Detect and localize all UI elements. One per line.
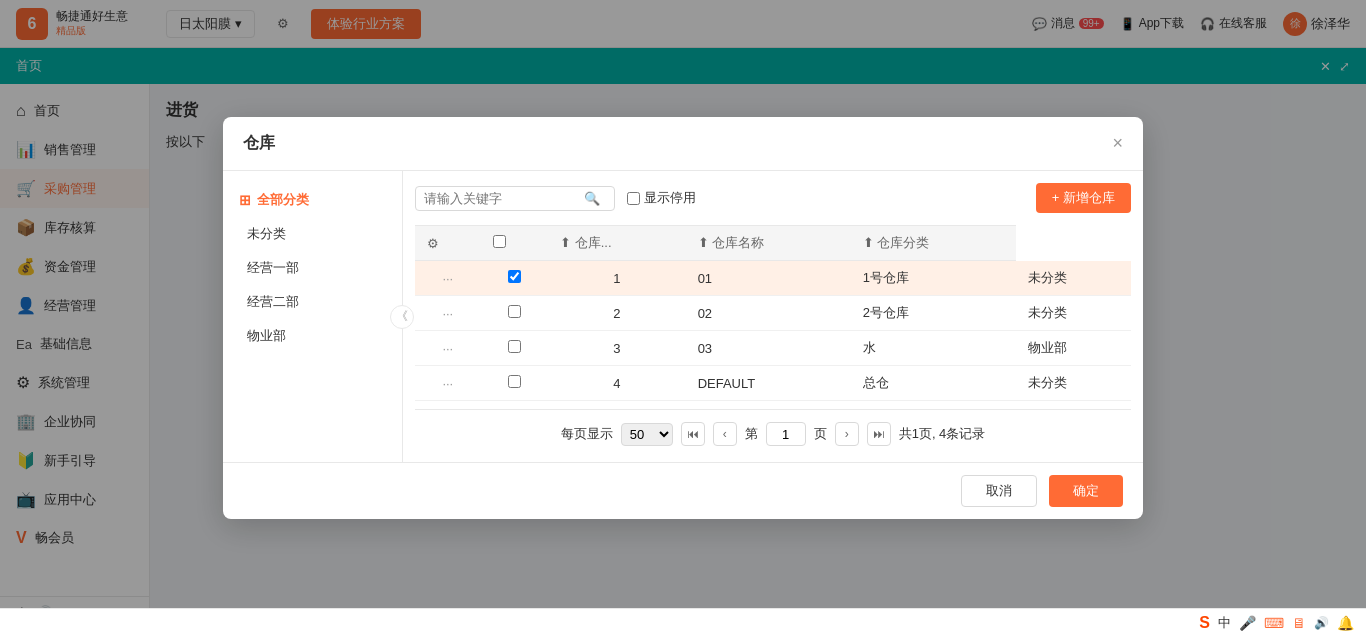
- dialog-header: 仓库 ×: [223, 117, 1143, 171]
- row-name: 2号仓库: [851, 296, 1016, 331]
- status-notification-icon[interactable]: 🔔: [1337, 615, 1354, 631]
- row-more[interactable]: ···: [415, 366, 481, 401]
- row-code: 03: [686, 331, 851, 366]
- row-name: 总仓: [851, 366, 1016, 401]
- table-row[interactable]: ··· 3 03 水 物业部: [415, 331, 1131, 366]
- row-num: 1: [548, 261, 686, 296]
- category-item-ops2[interactable]: 经营二部: [223, 285, 402, 319]
- search-input[interactable]: [424, 191, 584, 206]
- category-panel: ⊞ 全部分类 未分类 经营一部 经营二部 物业部 《: [223, 171, 403, 462]
- table-body: ··· 1 01 1号仓库 未分类 ··· 2 02 2号仓库 未分类 ··· …: [415, 261, 1131, 401]
- row-name: 1号仓库: [851, 261, 1016, 296]
- page-unit: 页: [814, 425, 827, 443]
- all-category[interactable]: ⊞ 全部分类: [223, 183, 402, 217]
- all-category-label: 全部分类: [257, 191, 309, 209]
- row-name: 水: [851, 331, 1016, 366]
- table-row[interactable]: ··· 4 DEFAULT 总仓 未分类: [415, 366, 1131, 401]
- row-checkbox[interactable]: [481, 331, 548, 366]
- dialog-title: 仓库: [243, 133, 275, 154]
- row-more[interactable]: ···: [415, 296, 481, 331]
- first-page-btn[interactable]: ⏮: [681, 422, 705, 446]
- select-all-checkbox[interactable]: [493, 235, 506, 248]
- dialog-body: ⊞ 全部分类 未分类 经营一部 经营二部 物业部 《: [223, 171, 1143, 462]
- row-num: 3: [548, 331, 686, 366]
- cancel-button[interactable]: 取消: [961, 475, 1037, 507]
- row-code: 02: [686, 296, 851, 331]
- right-toolbar: 🔍 显示停用 + 新增仓库: [415, 183, 1131, 213]
- row-category: 物业部: [1016, 331, 1131, 366]
- row-code: DEFAULT: [686, 366, 851, 401]
- row-checkbox[interactable]: [481, 296, 548, 331]
- search-wrap: 🔍: [415, 186, 615, 211]
- table-panel: 🔍 显示停用 + 新增仓库 ⚙: [403, 171, 1143, 462]
- table-container: ⚙ ⬆ 仓库... ⬆ 仓库名称 ⬆ 仓库分类: [415, 225, 1131, 401]
- row-checkbox[interactable]: [481, 261, 548, 296]
- show-disabled-checkbox[interactable]: 显示停用: [627, 189, 696, 207]
- collapse-panel-btn[interactable]: 《: [390, 305, 414, 329]
- status-monitor-icon[interactable]: 🖥: [1292, 615, 1306, 631]
- page-size-select[interactable]: 50 20 100: [621, 423, 673, 446]
- row-category: 未分类: [1016, 296, 1131, 331]
- warehouse-table: ⚙ ⬆ 仓库... ⬆ 仓库名称 ⬆ 仓库分类: [415, 225, 1131, 401]
- col-code: ⬆ 仓库...: [548, 226, 686, 261]
- grid-icon: ⊞: [239, 192, 251, 208]
- status-keyboard-icon[interactable]: ⌨: [1264, 615, 1284, 631]
- row-code: 01: [686, 261, 851, 296]
- row-category: 未分类: [1016, 261, 1131, 296]
- dialog-overlay: 仓库 × ⊞ 全部分类 未分类 经营一部 经营二部: [0, 0, 1366, 636]
- row-num: 2: [548, 296, 686, 331]
- table-row[interactable]: ··· 2 02 2号仓库 未分类: [415, 296, 1131, 331]
- col-checkbox: [481, 226, 548, 261]
- dialog-footer: 取消 确定: [223, 462, 1143, 519]
- table-head: ⚙ ⬆ 仓库... ⬆ 仓库名称 ⬆ 仓库分类: [415, 226, 1131, 261]
- confirm-button[interactable]: 确定: [1049, 475, 1123, 507]
- warehouse-dialog: 仓库 × ⊞ 全部分类 未分类 经营一部 经营二部: [223, 117, 1143, 519]
- dialog-close-btn[interactable]: ×: [1112, 133, 1123, 154]
- status-volume-icon[interactable]: 🔊: [1314, 616, 1329, 630]
- status-mic-icon[interactable]: 🎤: [1239, 615, 1256, 631]
- category-item-uncategorized[interactable]: 未分类: [223, 217, 402, 251]
- total-info: 共1页, 4条记录: [899, 425, 986, 443]
- row-num: 4: [548, 366, 686, 401]
- add-warehouse-btn[interactable]: + 新增仓库: [1036, 183, 1131, 213]
- pagination: 每页显示 50 20 100 ⏮ ‹ 第 页 › ⏭ 共1页, 4条记录: [415, 409, 1131, 450]
- status-s-icon[interactable]: S: [1199, 614, 1210, 632]
- show-disabled-label: 显示停用: [644, 189, 696, 207]
- status-bar: S 中 🎤 ⌨ 🖥 🔊 🔔: [0, 608, 1366, 636]
- prev-page-btn[interactable]: ‹: [713, 422, 737, 446]
- page-number-input[interactable]: [766, 422, 806, 446]
- last-page-btn[interactable]: ⏭: [867, 422, 891, 446]
- row-more[interactable]: ···: [415, 331, 481, 366]
- category-item-ops1[interactable]: 经营一部: [223, 251, 402, 285]
- row-more[interactable]: ···: [415, 261, 481, 296]
- table-row[interactable]: ··· 1 01 1号仓库 未分类: [415, 261, 1131, 296]
- row-category: 未分类: [1016, 366, 1131, 401]
- col-name: ⬆ 仓库名称: [686, 226, 851, 261]
- col-settings: ⚙: [415, 226, 481, 261]
- status-chinese-icon[interactable]: 中: [1218, 614, 1231, 632]
- show-disabled-check[interactable]: [627, 192, 640, 205]
- col-category: ⬆ 仓库分类: [851, 226, 1016, 261]
- category-item-property[interactable]: 物业部: [223, 319, 402, 353]
- row-checkbox[interactable]: [481, 366, 548, 401]
- next-page-btn[interactable]: ›: [835, 422, 859, 446]
- search-icon[interactable]: 🔍: [584, 191, 600, 206]
- per-page-label: 每页显示: [561, 425, 613, 443]
- page-num-label: 第: [745, 425, 758, 443]
